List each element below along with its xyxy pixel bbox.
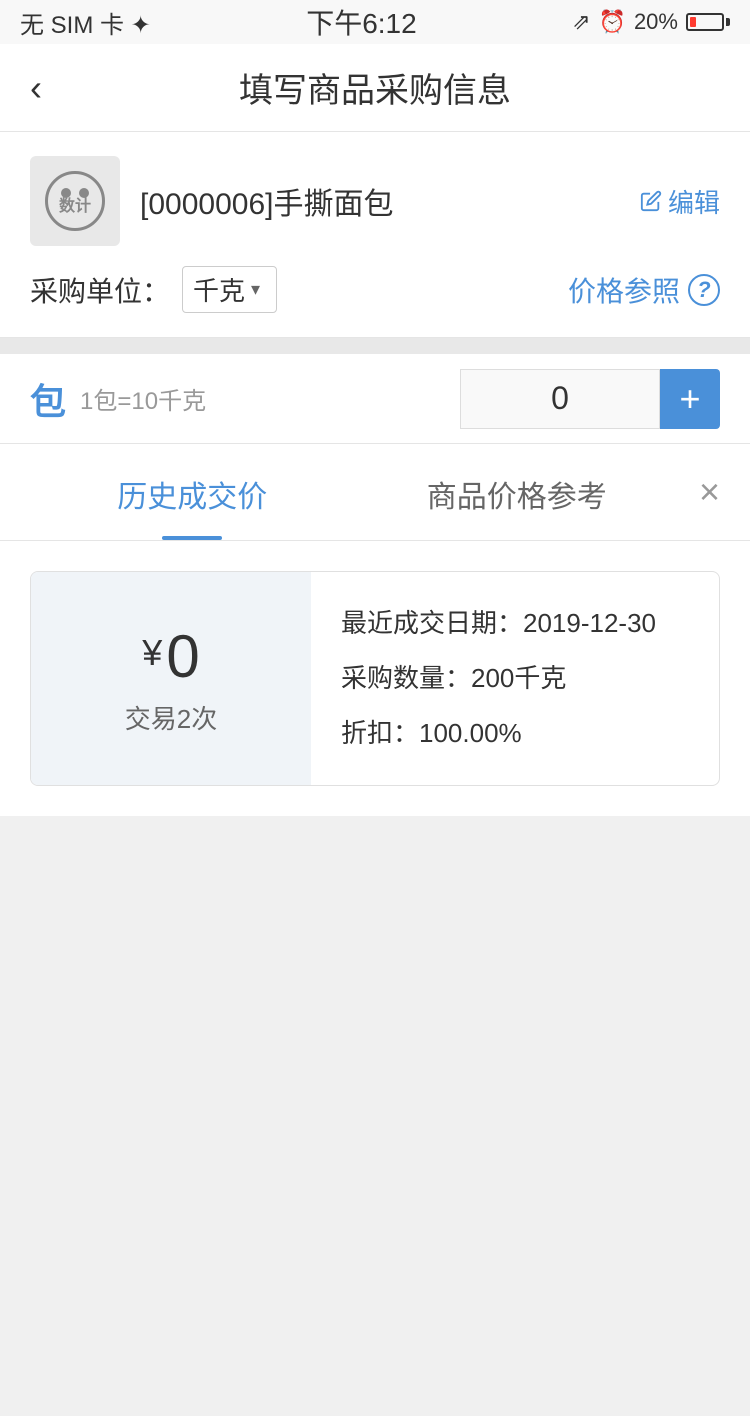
status-left: 无 SIM 卡 ✦: [20, 5, 151, 40]
package-label: 包: [30, 373, 66, 425]
unit-label: 采购单位：: [30, 270, 170, 310]
tab-history-price[interactable]: 历史成交价: [30, 444, 354, 540]
price-card-left: ¥ 0 交易2次: [31, 572, 311, 785]
section-divider: [0, 338, 750, 354]
product-left: 数计 [0000006]手撕面包: [30, 156, 393, 246]
back-button[interactable]: ‹: [30, 57, 52, 119]
product-id: [0000006]: [140, 188, 273, 221]
tabs-header: 历史成交价 商品价格参考 ×: [0, 444, 750, 541]
alarm-icon: ⏰: [599, 9, 626, 35]
unit-value: 千克: [193, 271, 245, 308]
quantity-input[interactable]: 0: [460, 369, 660, 429]
tab-product-price[interactable]: 商品价格参考: [354, 444, 678, 540]
tabs-section: 历史成交价 商品价格参考 × ¥ 0 交易2次 最近成交日期：2019-12-3…: [0, 444, 750, 816]
quantity-plus-button[interactable]: +: [660, 369, 720, 429]
product-section: 数计 [0000006]手撕面包 编辑 采购单位： 千克 ▾ 价格参照: [0, 132, 750, 338]
battery-icon: [686, 13, 730, 31]
quantity-section: 包 1包=10千克 0 +: [0, 354, 750, 444]
edit-icon: [640, 190, 662, 212]
quantity-hint: 1包=10千克: [80, 381, 206, 416]
nav-bar: ‹ 填写商品采购信息: [0, 44, 750, 132]
detail-date-label: 最近成交日期：: [341, 608, 523, 638]
brand-logo: 数计: [45, 171, 105, 231]
price-ref-button[interactable]: 价格参照 ?: [568, 270, 720, 310]
tab-product-label: 商品价格参考: [427, 481, 607, 514]
edit-button[interactable]: 编辑: [640, 183, 720, 220]
product-title: 手撕面包: [273, 188, 393, 221]
edit-label: 编辑: [668, 183, 720, 220]
price-trades: 交易2次: [125, 699, 217, 736]
currency-symbol: ¥: [142, 632, 162, 674]
unit-select[interactable]: 千克 ▾: [182, 266, 277, 313]
detail-date-value: 2019-12-30: [523, 608, 656, 638]
quantity-value: 0: [551, 380, 569, 417]
price-detail-discount: 折扣：100.00%: [341, 714, 689, 753]
price-card-right: 最近成交日期：2019-12-30 采购数量：200千克 折扣：100.00%: [311, 572, 719, 785]
price-detail-date: 最近成交日期：2019-12-30: [341, 604, 689, 643]
quantity-label-group: 包 1包=10千克: [30, 373, 206, 425]
detail-qty-label: 采购数量：: [341, 663, 471, 693]
help-icon: ?: [688, 274, 720, 306]
location-icon: ⇗: [572, 9, 590, 35]
detail-discount-value: 100.00%: [419, 718, 522, 748]
price-main: ¥ 0: [142, 622, 199, 691]
unit-chevron-icon: ▾: [251, 279, 260, 300]
status-time: 下午6:12: [306, 2, 417, 42]
product-name: [0000006]手撕面包: [140, 179, 393, 223]
plus-icon: +: [679, 378, 700, 420]
detail-qty-value: 200千克: [471, 663, 566, 693]
status-bar: 无 SIM 卡 ✦ 下午6:12 ⇗ ⏰ 20%: [0, 0, 750, 44]
product-thumbnail: 数计: [30, 156, 120, 246]
price-amount: 0: [166, 622, 199, 691]
detail-discount-label: 折扣：: [341, 718, 419, 748]
quantity-input-group: 0 +: [460, 369, 720, 429]
unit-row: 采购单位： 千克 ▾: [30, 266, 277, 313]
battery-percent: 20%: [634, 9, 678, 35]
page-title: 填写商品采购信息: [239, 63, 511, 112]
price-detail-qty: 采购数量：200千克: [341, 659, 689, 698]
tab-close-button[interactable]: ×: [679, 451, 720, 533]
tab-history-label: 历史成交价: [117, 481, 267, 514]
price-cards: ¥ 0 交易2次 最近成交日期：2019-12-30 采购数量：200千克 折扣…: [0, 541, 750, 816]
sim-label: 无 SIM 卡 ✦: [20, 5, 151, 40]
price-ref-label: 价格参照: [568, 270, 680, 310]
product-bottom-row: 采购单位： 千克 ▾ 价格参照 ?: [30, 266, 720, 313]
status-right: ⇗ ⏰ 20%: [572, 9, 730, 35]
product-top-row: 数计 [0000006]手撕面包 编辑: [30, 156, 720, 246]
price-card: ¥ 0 交易2次 最近成交日期：2019-12-30 采购数量：200千克 折扣…: [30, 571, 720, 786]
main-content: [0, 816, 750, 1416]
